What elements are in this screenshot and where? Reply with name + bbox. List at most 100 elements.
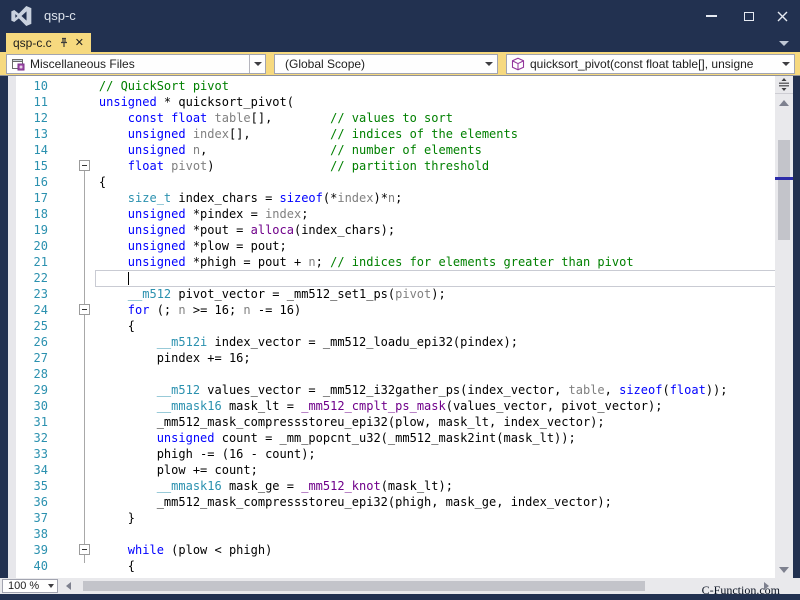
scope-dropdown-value: (Global Scope)	[285, 57, 365, 71]
code-editor[interactable]: 1011121314151617181920212223242526272829…	[8, 76, 793, 578]
line-number: 39	[16, 542, 48, 558]
line-number: 32	[16, 430, 48, 446]
code-line: __mmask16 mask_lt = _mm512_cmplt_ps_mask…	[70, 398, 728, 414]
code-line: __mmask16 mask_ge = _mm512_knot(mask_lt)…	[70, 478, 728, 494]
line-number: 37	[16, 510, 48, 526]
scope-dropdown[interactable]: (Global Scope)	[274, 54, 498, 74]
project-dropdown[interactable]: Miscellaneous Files	[6, 54, 266, 74]
miscellaneous-files-icon	[11, 57, 25, 71]
line-number: 16	[16, 174, 48, 190]
member-dropdown-arrow[interactable]	[778, 55, 794, 73]
code-line: unsigned count = _mm_popcnt_u32(_mm512_m…	[70, 430, 728, 446]
scroll-down-arrow-icon[interactable]	[779, 567, 789, 573]
scroll-left-arrow-icon[interactable]	[66, 582, 71, 590]
tab-list-dropdown-icon[interactable]	[779, 41, 789, 46]
tab-close-icon[interactable]: ✕	[75, 38, 84, 48]
code-line: {	[70, 318, 728, 334]
code-line: __m512 pivot_vector = _mm512_set1_ps(piv…	[70, 286, 728, 302]
document-tab-bar: qsp-c.c ✕	[0, 32, 800, 52]
method-icon	[511, 57, 525, 71]
visual-studio-logo-icon	[11, 6, 33, 31]
chevron-down-icon	[48, 584, 54, 588]
line-number: 12	[16, 110, 48, 126]
close-button[interactable]	[766, 4, 798, 28]
project-dropdown-arrow[interactable]	[249, 55, 265, 73]
line-number: 30	[16, 398, 48, 414]
code-line: const float table[], // values to sort	[70, 110, 728, 126]
vs-window: qsp-c qsp-c.c ✕	[0, 0, 800, 600]
code-line: unsigned * quicksort_pivot(	[70, 94, 728, 110]
chevron-down-icon	[782, 62, 790, 66]
code-line: unsigned *plow = pout;	[70, 238, 728, 254]
chevron-down-icon	[254, 62, 262, 66]
code-line: }	[70, 510, 728, 526]
pin-icon[interactable]	[58, 37, 69, 48]
code-text-area[interactable]: // QuickSort pivot unsigned * quicksort_…	[70, 78, 728, 574]
minimize-icon	[706, 15, 717, 17]
code-line: unsigned index[], // indices of the elem…	[70, 126, 728, 142]
watermark-text: C-Function.com	[702, 583, 780, 598]
tab-qsp-c[interactable]: qsp-c.c ✕	[6, 33, 91, 52]
maximize-icon	[744, 12, 754, 21]
split-editor-handle[interactable]	[775, 76, 793, 94]
window-title: qsp-c	[44, 0, 76, 32]
code-line	[70, 366, 728, 382]
project-dropdown-value: Miscellaneous Files	[30, 57, 135, 71]
horizontal-scrollbar-thumb[interactable]	[83, 581, 645, 591]
line-number: 29	[16, 382, 48, 398]
code-line: float pivot) // partition threshold	[70, 158, 728, 174]
line-number: 15	[16, 158, 48, 174]
line-number: 19	[16, 222, 48, 238]
line-number: 31	[16, 414, 48, 430]
line-number: 11	[16, 94, 48, 110]
close-icon	[777, 11, 788, 22]
code-line	[70, 270, 728, 286]
line-number: 40	[16, 558, 48, 574]
line-number: 13	[16, 126, 48, 142]
line-number: 17	[16, 190, 48, 206]
line-number-gutter: 1011121314151617181920212223242526272829…	[16, 78, 48, 574]
caret-position-marker	[775, 177, 793, 180]
text-caret	[128, 272, 130, 285]
line-number: 28	[16, 366, 48, 382]
line-number: 26	[16, 334, 48, 350]
member-dropdown[interactable]: quicksort_pivot(const float table[], uns…	[506, 54, 795, 74]
line-number: 21	[16, 254, 48, 270]
code-line: phigh -= (16 - count);	[70, 446, 728, 462]
line-number: 34	[16, 462, 48, 478]
line-number: 14	[16, 142, 48, 158]
indicator-margin	[8, 76, 16, 578]
minimize-button[interactable]	[695, 4, 727, 28]
title-bar: qsp-c	[0, 0, 800, 32]
code-line: size_t index_chars = sizeof(*index)*n;	[70, 190, 728, 206]
line-number: 33	[16, 446, 48, 462]
line-number: 35	[16, 478, 48, 494]
maximize-button[interactable]	[733, 4, 765, 28]
code-line: {	[70, 558, 728, 574]
code-line: _mm512_mask_compressstoreu_epi32(plow, m…	[70, 414, 728, 430]
code-line: __m512i index_vector = _mm512_loadu_epi3…	[70, 334, 728, 350]
zoom-level-dropdown[interactable]: 100 %	[2, 579, 58, 593]
code-line	[70, 526, 728, 542]
code-line: unsigned *pout = alloca(index_chars);	[70, 222, 728, 238]
scroll-up-arrow-icon[interactable]	[779, 100, 789, 106]
splitter-icon	[778, 78, 790, 91]
line-number: 24	[16, 302, 48, 318]
member-dropdown-value: quicksort_pivot(const float table[], uns…	[530, 57, 753, 71]
tab-label: qsp-c.c	[13, 36, 52, 50]
chevron-down-icon	[485, 62, 493, 66]
navigation-bar: Miscellaneous Files (Global Scope) quick…	[0, 52, 800, 76]
vertical-scrollbar[interactable]	[775, 76, 793, 578]
line-number: 25	[16, 318, 48, 334]
scope-dropdown-arrow[interactable]	[481, 55, 497, 73]
code-line: {	[70, 174, 728, 190]
vertical-scrollbar-thumb[interactable]	[778, 140, 790, 240]
line-number: 27	[16, 350, 48, 366]
line-number: 38	[16, 526, 48, 542]
code-line: unsigned *phigh = pout + n; // indices f…	[70, 254, 728, 270]
code-line: for (; n >= 16; n -= 16)	[70, 302, 728, 318]
code-line: __m512 values_vector = _mm512_i32gather_…	[70, 382, 728, 398]
line-number: 22	[16, 270, 48, 286]
code-line: pindex += 16;	[70, 350, 728, 366]
line-number: 18	[16, 206, 48, 222]
